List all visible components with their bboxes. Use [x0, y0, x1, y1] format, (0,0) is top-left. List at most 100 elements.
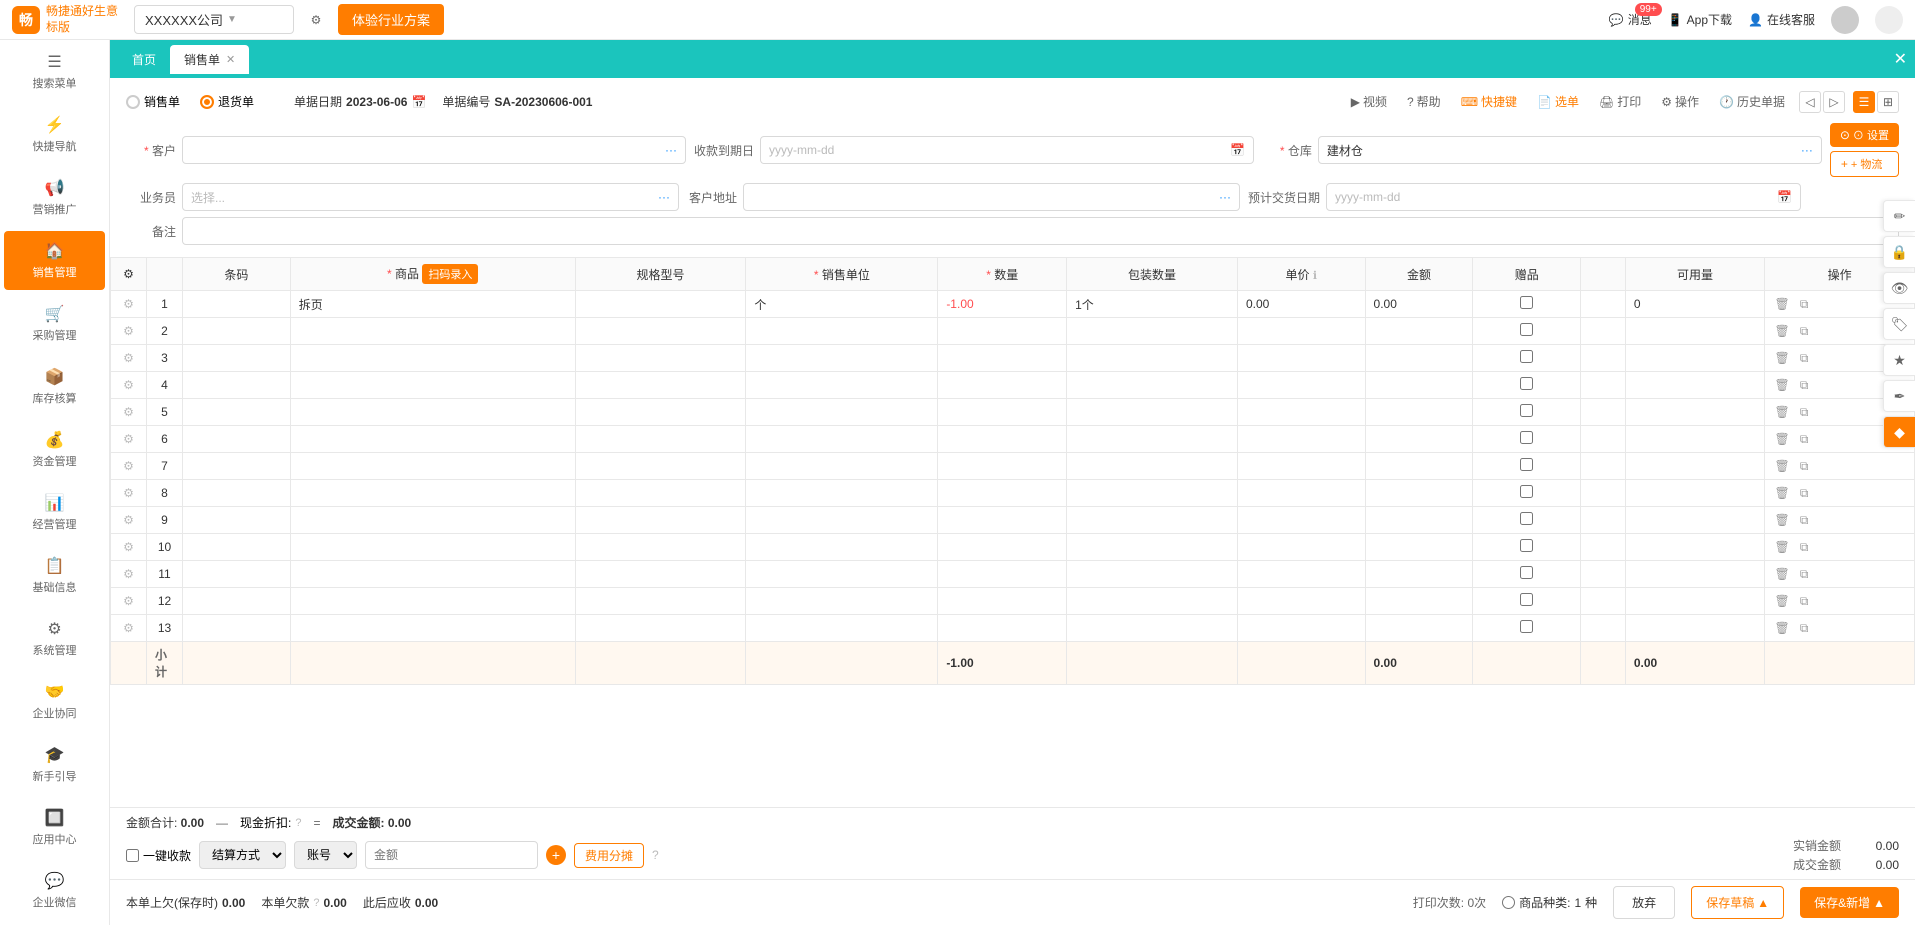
payment-method-select[interactable]: 结算方式 [199, 841, 286, 869]
cell-barcode[interactable] [183, 345, 291, 372]
cell-product[interactable] [290, 453, 575, 480]
cell-amount[interactable] [1365, 561, 1473, 588]
cell-qty[interactable] [938, 345, 1067, 372]
app-download-button[interactable]: 📱 App下载 [1668, 11, 1732, 28]
cell-settings[interactable]: ⚙ [111, 588, 147, 615]
fee-help-icon[interactable]: ? [652, 848, 659, 862]
delete-row-icon[interactable]: 🗑 [1773, 592, 1791, 610]
cell-unit[interactable] [746, 318, 938, 345]
cell-spec[interactable] [575, 372, 746, 399]
gift-checkbox[interactable] [1520, 431, 1533, 444]
cell-unit-price[interactable] [1238, 426, 1366, 453]
cell-pack-qty[interactable] [1067, 345, 1238, 372]
cell-amount[interactable] [1365, 615, 1473, 642]
cell-unit-price[interactable] [1238, 480, 1366, 507]
cell-remark[interactable] [1581, 399, 1626, 426]
cell-qty[interactable] [938, 561, 1067, 588]
cell-qty[interactable] [938, 318, 1067, 345]
sidebar-item-business[interactable]: 📊 经营管理 [4, 483, 105, 542]
copy-row-icon[interactable]: ⧉ [1795, 592, 1813, 610]
cell-gift[interactable] [1473, 534, 1581, 561]
float-orange-btn[interactable]: ◆ [1883, 416, 1915, 448]
cell-settings[interactable]: ⚙ [111, 426, 147, 453]
delete-row-icon[interactable]: 🗑 [1773, 403, 1791, 421]
nav-prev-icon[interactable]: ◁ [1799, 91, 1821, 113]
warehouse-dots-icon[interactable]: ··· [1801, 143, 1813, 157]
delete-row-icon[interactable]: 🗑 [1773, 484, 1791, 502]
cell-settings[interactable]: ⚙ [111, 291, 147, 318]
payment-amount-input[interactable] [365, 841, 538, 869]
sidebar-item-inventory[interactable]: 📦 库存核算 [4, 357, 105, 416]
cell-spec[interactable] [575, 615, 746, 642]
cell-gift[interactable] [1473, 615, 1581, 642]
cell-barcode[interactable] [183, 453, 291, 480]
delete-row-icon[interactable]: 🗑 [1773, 430, 1791, 448]
tab-bar-close-icon[interactable]: ✕ [1894, 49, 1907, 69]
cell-amount[interactable] [1365, 588, 1473, 615]
cell-qty[interactable] [938, 534, 1067, 561]
settings-icon[interactable]: ⚙ [302, 6, 330, 34]
gift-checkbox[interactable] [1520, 620, 1533, 633]
float-edit-btn[interactable]: ✏ [1883, 200, 1915, 232]
cell-pack-qty[interactable] [1067, 588, 1238, 615]
save-draft-button[interactable]: 保存草稿 ▲ [1691, 886, 1784, 919]
cell-settings[interactable]: ⚙ [111, 615, 147, 642]
scan-button[interactable]: 扫码录入 [422, 264, 478, 284]
avatar[interactable] [1831, 6, 1859, 34]
delete-row-icon[interactable]: 🗑 [1773, 511, 1791, 529]
trial-button[interactable]: 体验行业方案 [338, 4, 444, 35]
cell-qty[interactable] [938, 399, 1067, 426]
cell-gift[interactable] [1473, 426, 1581, 453]
float-tag-btn[interactable]: 🏷 [1883, 308, 1915, 340]
cell-gift[interactable] [1473, 588, 1581, 615]
cell-qty[interactable] [938, 588, 1067, 615]
radio-return[interactable]: 退货单 [200, 93, 254, 110]
copy-row-icon[interactable]: ⧉ [1795, 403, 1813, 421]
fee-split-button[interactable]: 费用分摊 [574, 843, 644, 868]
company-selector[interactable]: XXXXXX公司 ▼ [134, 5, 294, 34]
float-pen-btn[interactable]: ✒ [1883, 380, 1915, 412]
save-new-button[interactable]: 保存&新增 ▲ [1800, 887, 1899, 918]
cell-gift[interactable] [1473, 561, 1581, 588]
cell-unit-price[interactable] [1238, 345, 1366, 372]
cell-unit-price[interactable] [1238, 507, 1366, 534]
cell-barcode[interactable] [183, 507, 291, 534]
cell-qty[interactable] [938, 426, 1067, 453]
sidebar-item-guide[interactable]: 🎓 新手引导 [4, 735, 105, 794]
cell-unit[interactable] [746, 453, 938, 480]
cell-unit[interactable] [746, 372, 938, 399]
gift-checkbox[interactable] [1520, 566, 1533, 579]
cell-gift[interactable] [1473, 318, 1581, 345]
gift-checkbox[interactable] [1520, 404, 1533, 417]
cell-unit-price[interactable] [1238, 399, 1366, 426]
cell-unit[interactable] [746, 588, 938, 615]
cell-settings[interactable]: ⚙ [111, 507, 147, 534]
cell-unit-price[interactable] [1238, 453, 1366, 480]
gift-checkbox[interactable] [1520, 512, 1533, 525]
sidebar-item-system[interactable]: ⚙ 系统管理 [4, 609, 105, 668]
view-list-btn[interactable]: ☰ [1853, 91, 1875, 113]
cell-gift[interactable] [1473, 453, 1581, 480]
cell-barcode[interactable] [183, 588, 291, 615]
calendar-icon[interactable]: 📅 [411, 95, 426, 109]
cell-barcode[interactable] [183, 561, 291, 588]
cell-unit-price[interactable] [1238, 561, 1366, 588]
copy-row-icon[interactable]: ⧉ [1795, 376, 1813, 394]
cell-remark[interactable] [1581, 615, 1626, 642]
cell-pack-qty[interactable] [1067, 615, 1238, 642]
gift-checkbox[interactable] [1520, 485, 1533, 498]
cell-unit[interactable] [746, 345, 938, 372]
operate-btn[interactable]: ⚙ 操作 [1655, 90, 1705, 113]
gift-checkbox[interactable] [1520, 593, 1533, 606]
cell-pack-qty[interactable] [1067, 561, 1238, 588]
cell-unit[interactable]: 个 [746, 291, 938, 318]
copy-row-icon[interactable]: ⧉ [1795, 484, 1813, 502]
cell-spec[interactable] [575, 561, 746, 588]
tab-close-icon[interactable]: ✕ [226, 53, 235, 66]
cell-spec[interactable] [575, 291, 746, 318]
cell-settings[interactable]: ⚙ [111, 345, 147, 372]
cell-gift[interactable] [1473, 291, 1581, 318]
delete-row-icon[interactable]: 🗑 [1773, 619, 1791, 637]
cell-gift[interactable] [1473, 507, 1581, 534]
cell-product[interactable] [290, 372, 575, 399]
